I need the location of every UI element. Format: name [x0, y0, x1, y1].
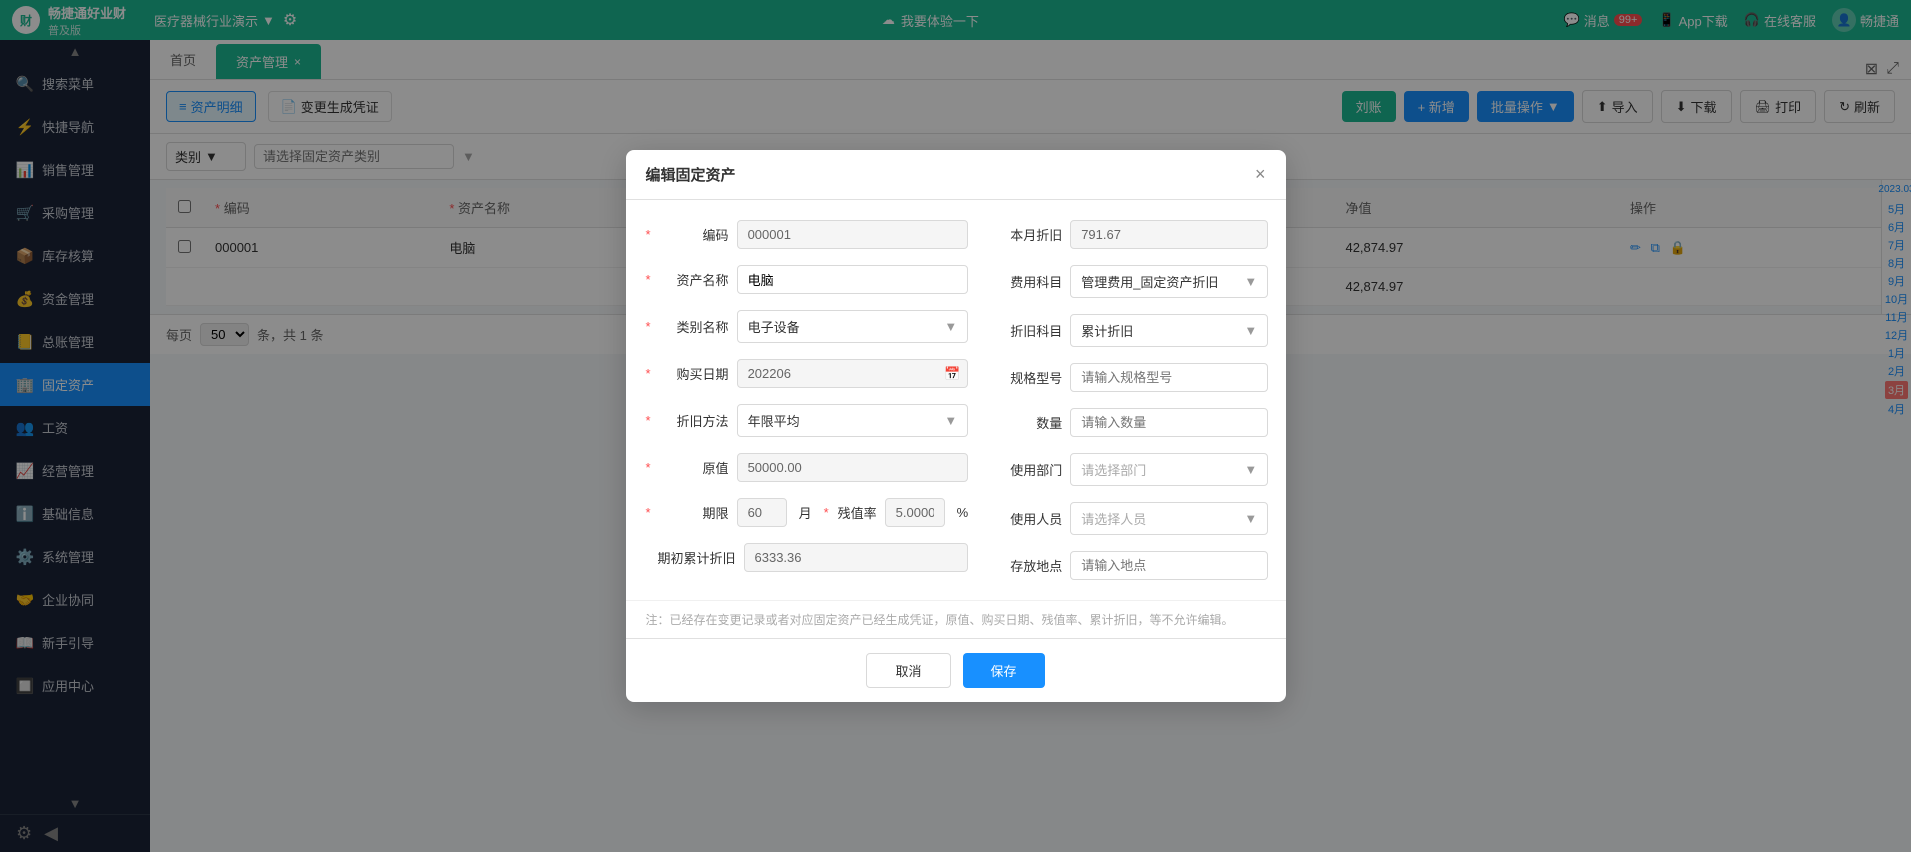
category-select[interactable]: 电子设备 ▼: [737, 310, 969, 343]
code-input[interactable]: [737, 220, 969, 249]
original-value-label: 原值: [659, 458, 729, 477]
spec-input[interactable]: [1070, 363, 1268, 392]
asset-name-label: 资产名称: [659, 270, 729, 289]
modal-close-btn[interactable]: ×: [1255, 164, 1266, 185]
period-required: *: [646, 505, 651, 520]
code-required: *: [646, 227, 651, 242]
period-unit: 月: [799, 503, 812, 522]
expense-subject-label: 费用科目: [992, 272, 1062, 291]
period-input[interactable]: [737, 498, 787, 527]
personnel-chevron-icon: ▼: [1244, 511, 1257, 526]
storage-input[interactable]: [1070, 551, 1268, 580]
monthly-dep-label: 本月折旧: [992, 225, 1062, 244]
dep-method-required: *: [646, 413, 651, 428]
period-label: 期限: [659, 503, 729, 522]
personnel-label: 使用人员: [992, 509, 1062, 528]
purchase-date-input[interactable]: [737, 359, 969, 388]
asset-name-required: *: [646, 272, 651, 287]
residual-rate-unit: %: [957, 505, 969, 520]
department-label: 使用部门: [992, 460, 1062, 479]
quantity-label: 数量: [992, 413, 1062, 432]
initial-dep-label: 期初累计折旧: [646, 548, 736, 567]
expense-subject-select[interactable]: 管理费用_固定资产折旧 ▼: [1070, 265, 1268, 298]
code-label: 编码: [659, 225, 729, 244]
initial-dep-input[interactable]: [744, 543, 969, 572]
dep-method-select[interactable]: 年限平均 ▼: [737, 404, 969, 437]
original-value-required: *: [646, 460, 651, 475]
dep-subject-select[interactable]: 累计折旧 ▼: [1070, 314, 1268, 347]
category-label: 类别名称: [659, 317, 729, 336]
save-button[interactable]: 保存: [963, 653, 1045, 688]
purchase-date-required: *: [646, 366, 651, 381]
storage-label: 存放地点: [992, 556, 1062, 575]
expense-subject-chevron-icon: ▼: [1244, 274, 1257, 289]
personnel-placeholder: 请选择人员: [1081, 509, 1146, 528]
modal-overlay: 编辑固定资产 × * 编码 * 资产名称 *: [0, 0, 1911, 852]
dep-subject-chevron-icon: ▼: [1244, 323, 1257, 338]
department-chevron-icon: ▼: [1244, 462, 1257, 477]
purchase-date-label: 购买日期: [659, 364, 729, 383]
modal-note: 注：已经存在变更记录或者对应固定资产已经生成凭证，原值、购买日期、残值率、累计折…: [646, 613, 1234, 627]
residual-rate-input[interactable]: [885, 498, 945, 527]
modal-title: 编辑固定资产: [646, 164, 736, 185]
original-value-input[interactable]: [737, 453, 969, 482]
dep-method-chevron-icon: ▼: [944, 413, 957, 428]
edit-asset-modal: 编辑固定资产 × * 编码 * 资产名称 *: [626, 150, 1286, 702]
category-chevron-icon: ▼: [944, 319, 957, 334]
monthly-dep-input[interactable]: [1070, 220, 1268, 249]
cancel-button[interactable]: 取消: [866, 653, 950, 688]
quantity-input[interactable]: [1070, 408, 1268, 437]
residual-rate-label: 残值率: [837, 503, 877, 522]
department-select[interactable]: 请选择部门 ▼: [1070, 453, 1268, 486]
spec-label: 规格型号: [992, 368, 1062, 387]
asset-name-input[interactable]: [737, 265, 969, 294]
dep-subject-label: 折旧科目: [992, 321, 1062, 340]
personnel-select[interactable]: 请选择人员 ▼: [1070, 502, 1268, 535]
calendar-icon[interactable]: 📅: [944, 366, 960, 382]
department-placeholder: 请选择部门: [1081, 460, 1146, 479]
category-required: *: [646, 319, 651, 334]
dep-method-label: 折旧方法: [659, 411, 729, 430]
residual-rate-required: *: [824, 505, 829, 520]
